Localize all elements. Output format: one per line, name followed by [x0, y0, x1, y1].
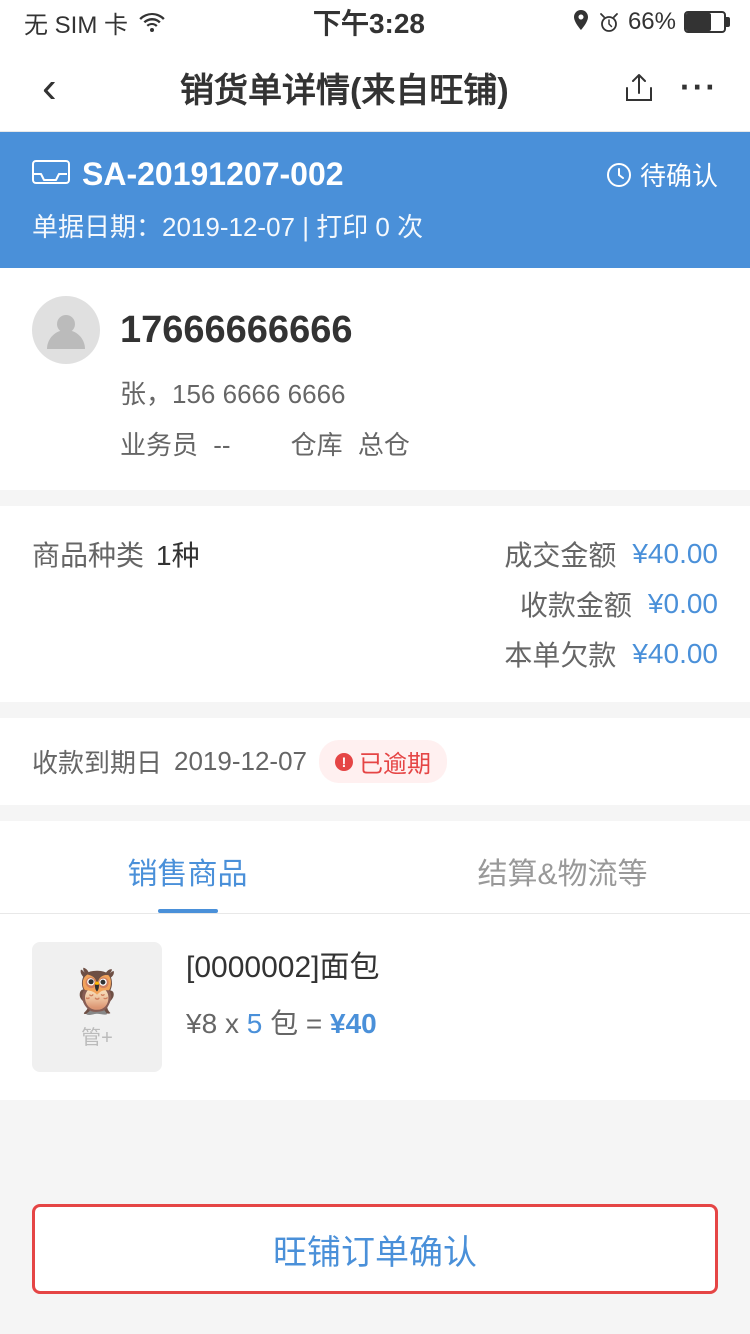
carrier-text: 无 SIM 卡: [24, 5, 128, 40]
wifi-icon: [138, 12, 166, 32]
avatar: [32, 296, 100, 364]
customer-name: 张，156 6666 6666: [32, 374, 718, 411]
product-name: [0000002]面包: [186, 942, 718, 986]
salesperson-item: 业务员 --: [120, 425, 231, 462]
brand-text: 管+: [81, 1021, 113, 1050]
deal-amount-row: 成交金额 ¥40.00: [504, 534, 718, 574]
order-status: 待确认: [606, 156, 718, 193]
price-per-unit: ¥8: [186, 1008, 217, 1039]
clock-icon: [606, 162, 632, 188]
order-icon: [32, 160, 70, 190]
confirm-order-button[interactable]: 旺铺订单确认: [32, 1204, 718, 1294]
status-bar: 无 SIM 卡 下午3:28 66%: [0, 0, 750, 44]
location-icon: [572, 10, 590, 34]
status-bar-time: 下午3:28: [313, 2, 425, 42]
overdue-icon: !: [335, 753, 353, 771]
salesperson-label: 业务员: [120, 430, 198, 460]
salesperson-value: --: [213, 430, 230, 460]
warehouse-label: 仓库: [291, 430, 343, 460]
product-total: ¥40: [330, 1008, 377, 1039]
tab-sales-products[interactable]: 销售商品: [0, 821, 375, 913]
balance-value: ¥40.00: [632, 638, 718, 670]
battery-icon: [684, 11, 726, 33]
receipt-amount-label: 收款金额: [520, 584, 632, 624]
due-date-label: 收款到期日: [32, 743, 162, 780]
due-date-value: 2019-12-07: [174, 746, 307, 777]
order-date: 单据日期：2019-12-07 | 打印 0 次: [32, 207, 718, 244]
product-type-value: 1种: [156, 534, 200, 574]
deal-amount-label: 成交金额: [504, 534, 616, 574]
product-list: 🦉 管+ [0000002]面包 ¥8 x 5 包 = ¥40: [0, 914, 750, 1100]
product-type-summary: 商品种类 1种: [32, 534, 200, 574]
page-title: 销货单详情(来自旺铺): [180, 63, 509, 112]
status-bar-right: 66%: [572, 8, 726, 36]
product-type-label: 商品种类: [32, 534, 144, 574]
receipt-amount-row: 收款金额 ¥0.00: [520, 584, 718, 624]
summary-card: 商品种类 1种 成交金额 ¥40.00 收款金额 ¥0.00 本单欠款 ¥40.…: [0, 506, 750, 702]
overdue-badge: ! 已逾期: [319, 740, 447, 783]
tabs-bar: 销售商品 结算&物流等: [0, 821, 750, 914]
status-bar-left: 无 SIM 卡: [24, 5, 166, 40]
balance-row: 本单欠款 ¥40.00: [504, 634, 718, 674]
product-unit: 包: [270, 1008, 298, 1039]
table-row: 🦉 管+ [0000002]面包 ¥8 x 5 包 = ¥40: [0, 914, 750, 1100]
warehouse-value: 总仓: [358, 430, 410, 460]
overdue-text: 已逾期: [359, 744, 431, 779]
more-button[interactable]: ···: [680, 69, 718, 106]
due-date-card: 收款到期日 2019-12-07 ! 已逾期: [0, 718, 750, 805]
customer-phone: 17666666666: [120, 309, 352, 352]
brand-logo-icon: 🦉: [70, 965, 125, 1017]
confirm-button-wrap: 旺铺订单确认: [0, 1204, 750, 1294]
alarm-icon: [598, 10, 620, 34]
customer-card: 17666666666 张，156 6666 6666 业务员 -- 仓库 总仓: [0, 268, 750, 490]
nav-bar: ‹ 销货单详情(来自旺铺) ···: [0, 44, 750, 132]
product-thumbnail: 🦉 管+: [32, 942, 162, 1072]
balance-label: 本单欠款: [504, 634, 616, 674]
order-id: SA-20191207-002: [32, 156, 344, 193]
product-quantity: 5: [247, 1008, 263, 1039]
share-icon[interactable]: [622, 71, 656, 105]
deal-amount-value: ¥40.00: [632, 538, 718, 570]
battery-percent: 66%: [628, 8, 676, 36]
amount-summary: 成交金额 ¥40.00 收款金额 ¥0.00 本单欠款 ¥40.00: [504, 534, 718, 674]
product-info: [0000002]面包 ¥8 x 5 包 = ¥40: [186, 942, 718, 1042]
warehouse-item: 仓库 总仓: [291, 425, 410, 462]
customer-meta: 业务员 -- 仓库 总仓: [32, 425, 718, 462]
person-icon: [45, 309, 87, 351]
receipt-amount-value: ¥0.00: [648, 588, 718, 620]
nav-actions: ···: [622, 69, 718, 106]
order-banner: SA-20191207-002 待确认 单据日期：2019-12-07 | 打印…: [0, 132, 750, 268]
tab-settlement-logistics[interactable]: 结算&物流等: [375, 821, 750, 913]
product-price-line: ¥8 x 5 包 = ¥40: [186, 1002, 718, 1042]
back-button[interactable]: ‹: [32, 53, 67, 123]
